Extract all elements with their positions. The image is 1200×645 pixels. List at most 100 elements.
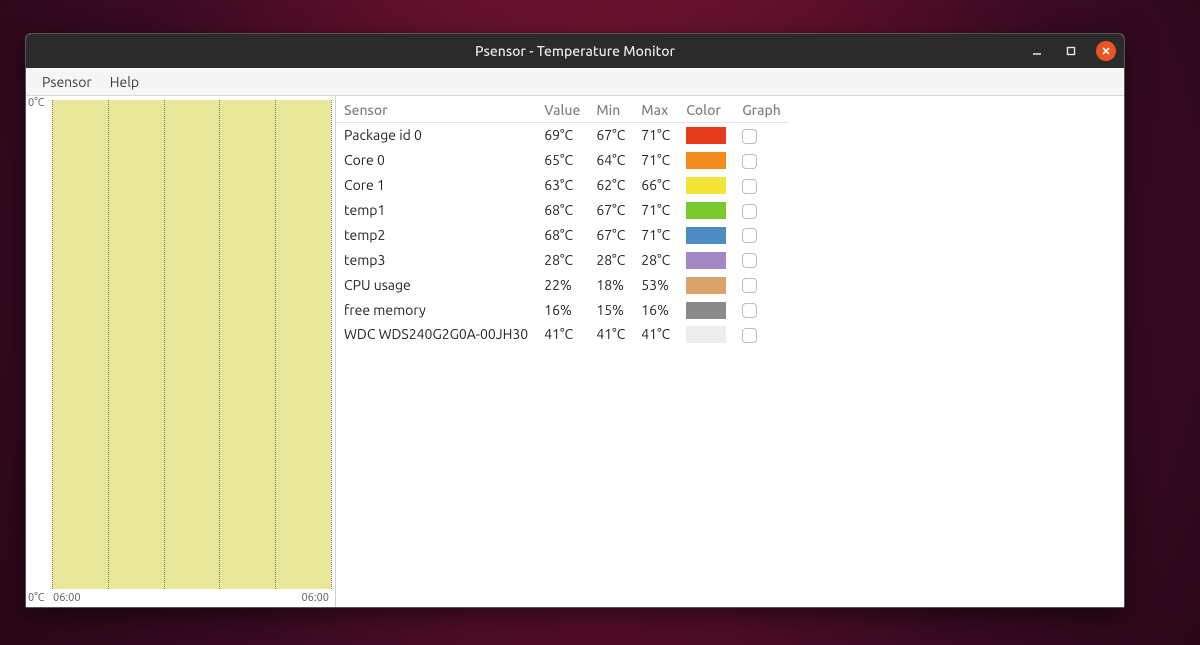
color-swatch[interactable] bbox=[686, 326, 726, 343]
graph-checkbox[interactable] bbox=[742, 278, 757, 293]
sensor-name: temp3 bbox=[336, 247, 536, 272]
sensor-graph-cell bbox=[734, 173, 789, 198]
color-swatch[interactable] bbox=[686, 302, 726, 319]
color-swatch[interactable] bbox=[686, 277, 726, 294]
sensor-graph-cell bbox=[734, 272, 789, 297]
table-header-row: Sensor Value Min Max Color Graph bbox=[336, 98, 789, 123]
sensor-max: 66°C bbox=[633, 173, 678, 198]
sensor-name: temp2 bbox=[336, 223, 536, 248]
graph-checkbox[interactable] bbox=[742, 179, 757, 194]
sensor-color-cell[interactable] bbox=[678, 173, 734, 198]
sensor-graph-cell bbox=[734, 297, 789, 322]
window-title: Psensor - Temperature Monitor bbox=[475, 43, 675, 59]
sensor-max: 71°C bbox=[633, 148, 678, 173]
graph-checkbox[interactable] bbox=[742, 253, 757, 268]
graph-checkbox[interactable] bbox=[742, 154, 757, 169]
table-row[interactable]: temp168°C67°C71°C bbox=[336, 198, 789, 223]
table-row[interactable]: free memory16%15%16% bbox=[336, 297, 789, 322]
graph-checkbox[interactable] bbox=[742, 228, 757, 243]
gridline bbox=[275, 100, 276, 589]
col-header-color[interactable]: Color bbox=[678, 98, 734, 123]
sensor-max: 71°C bbox=[633, 198, 678, 223]
sensor-value: 22% bbox=[536, 272, 588, 297]
gridline bbox=[52, 100, 53, 589]
x-axis-left-label: 06:00 bbox=[53, 592, 81, 605]
color-swatch[interactable] bbox=[686, 152, 726, 169]
close-button[interactable] bbox=[1096, 41, 1116, 61]
sensor-min: 67°C bbox=[588, 223, 633, 248]
y-axis-bottom-label: 0°C bbox=[28, 592, 45, 605]
graph-checkbox[interactable] bbox=[742, 129, 757, 144]
sensor-color-cell[interactable] bbox=[678, 297, 734, 322]
gridline bbox=[164, 100, 165, 589]
table-row[interactable]: Core 065°C64°C71°C bbox=[336, 148, 789, 173]
sensor-value: 65°C bbox=[536, 148, 588, 173]
graph-checkbox[interactable] bbox=[742, 204, 757, 219]
sensor-value: 68°C bbox=[536, 198, 588, 223]
sensor-graph-cell bbox=[734, 223, 789, 248]
sensor-max: 41°C bbox=[633, 322, 678, 347]
gridline bbox=[331, 100, 332, 589]
sensor-name: temp1 bbox=[336, 198, 536, 223]
sensor-color-cell[interactable] bbox=[678, 148, 734, 173]
sensor-max: 71°C bbox=[633, 223, 678, 248]
menu-help[interactable]: Help bbox=[102, 71, 147, 93]
sensor-max: 28°C bbox=[633, 247, 678, 272]
sensor-color-cell[interactable] bbox=[678, 223, 734, 248]
sensor-min: 41°C bbox=[588, 322, 633, 347]
sensor-min: 28°C bbox=[588, 247, 633, 272]
sensor-name: Package id 0 bbox=[336, 123, 536, 148]
col-header-min[interactable]: Min bbox=[588, 98, 633, 123]
sensor-color-cell[interactable] bbox=[678, 123, 734, 148]
titlebar[interactable]: Psensor - Temperature Monitor bbox=[26, 34, 1124, 68]
color-swatch[interactable] bbox=[686, 202, 726, 219]
sensor-name: Core 1 bbox=[336, 173, 536, 198]
table-row[interactable]: temp328°C28°C28°C bbox=[336, 247, 789, 272]
color-swatch[interactable] bbox=[686, 177, 726, 194]
sensor-value: 28°C bbox=[536, 247, 588, 272]
sensor-table: Sensor Value Min Max Color Graph Package… bbox=[336, 98, 789, 347]
sensor-graph-cell bbox=[734, 247, 789, 272]
sensor-value: 68°C bbox=[536, 223, 588, 248]
sensor-min: 15% bbox=[588, 297, 633, 322]
sensor-graph-cell bbox=[734, 123, 789, 148]
sensor-panel: Sensor Value Min Max Color Graph Package… bbox=[336, 96, 1124, 607]
table-row[interactable]: Core 163°C62°C66°C bbox=[336, 173, 789, 198]
sensor-value: 16% bbox=[536, 297, 588, 322]
graph-checkbox[interactable] bbox=[742, 328, 757, 343]
content-row: 0°C 0°C 06:00 06:00 Sensor Value Min bbox=[26, 96, 1124, 607]
plot-area[interactable] bbox=[52, 100, 331, 589]
sensor-color-cell[interactable] bbox=[678, 198, 734, 223]
graph-checkbox[interactable] bbox=[742, 303, 757, 318]
col-header-value[interactable]: Value bbox=[536, 98, 588, 123]
sensor-max: 71°C bbox=[633, 123, 678, 148]
color-swatch[interactable] bbox=[686, 127, 726, 144]
sensor-name: WDC WDS240G2G0A-00JH30 bbox=[336, 322, 536, 347]
x-axis-right-label: 06:00 bbox=[301, 592, 329, 605]
sensor-color-cell[interactable] bbox=[678, 322, 734, 347]
maximize-button[interactable] bbox=[1062, 42, 1080, 60]
sensor-graph-cell bbox=[734, 148, 789, 173]
gridline bbox=[108, 100, 109, 589]
gridline bbox=[219, 100, 220, 589]
col-header-graph[interactable]: Graph bbox=[734, 98, 789, 123]
color-swatch[interactable] bbox=[686, 227, 726, 244]
table-row[interactable]: CPU usage22%18%53% bbox=[336, 272, 789, 297]
sensor-name: CPU usage bbox=[336, 272, 536, 297]
sensor-value: 69°C bbox=[536, 123, 588, 148]
col-header-sensor[interactable]: Sensor bbox=[336, 98, 536, 123]
sensor-min: 67°C bbox=[588, 123, 633, 148]
table-row[interactable]: temp268°C67°C71°C bbox=[336, 223, 789, 248]
color-swatch[interactable] bbox=[686, 252, 726, 269]
sensor-color-cell[interactable] bbox=[678, 247, 734, 272]
table-row[interactable]: WDC WDS240G2G0A-00JH3041°C41°C41°C bbox=[336, 322, 789, 347]
sensor-max: 53% bbox=[633, 272, 678, 297]
menu-psensor[interactable]: Psensor bbox=[34, 71, 100, 93]
graph-panel: 0°C 0°C 06:00 06:00 bbox=[26, 96, 336, 607]
sensor-min: 67°C bbox=[588, 198, 633, 223]
sensor-color-cell[interactable] bbox=[678, 272, 734, 297]
minimize-button[interactable] bbox=[1028, 42, 1046, 60]
table-row[interactable]: Package id 069°C67°C71°C bbox=[336, 123, 789, 148]
col-header-max[interactable]: Max bbox=[633, 98, 678, 123]
sensor-name: Core 0 bbox=[336, 148, 536, 173]
